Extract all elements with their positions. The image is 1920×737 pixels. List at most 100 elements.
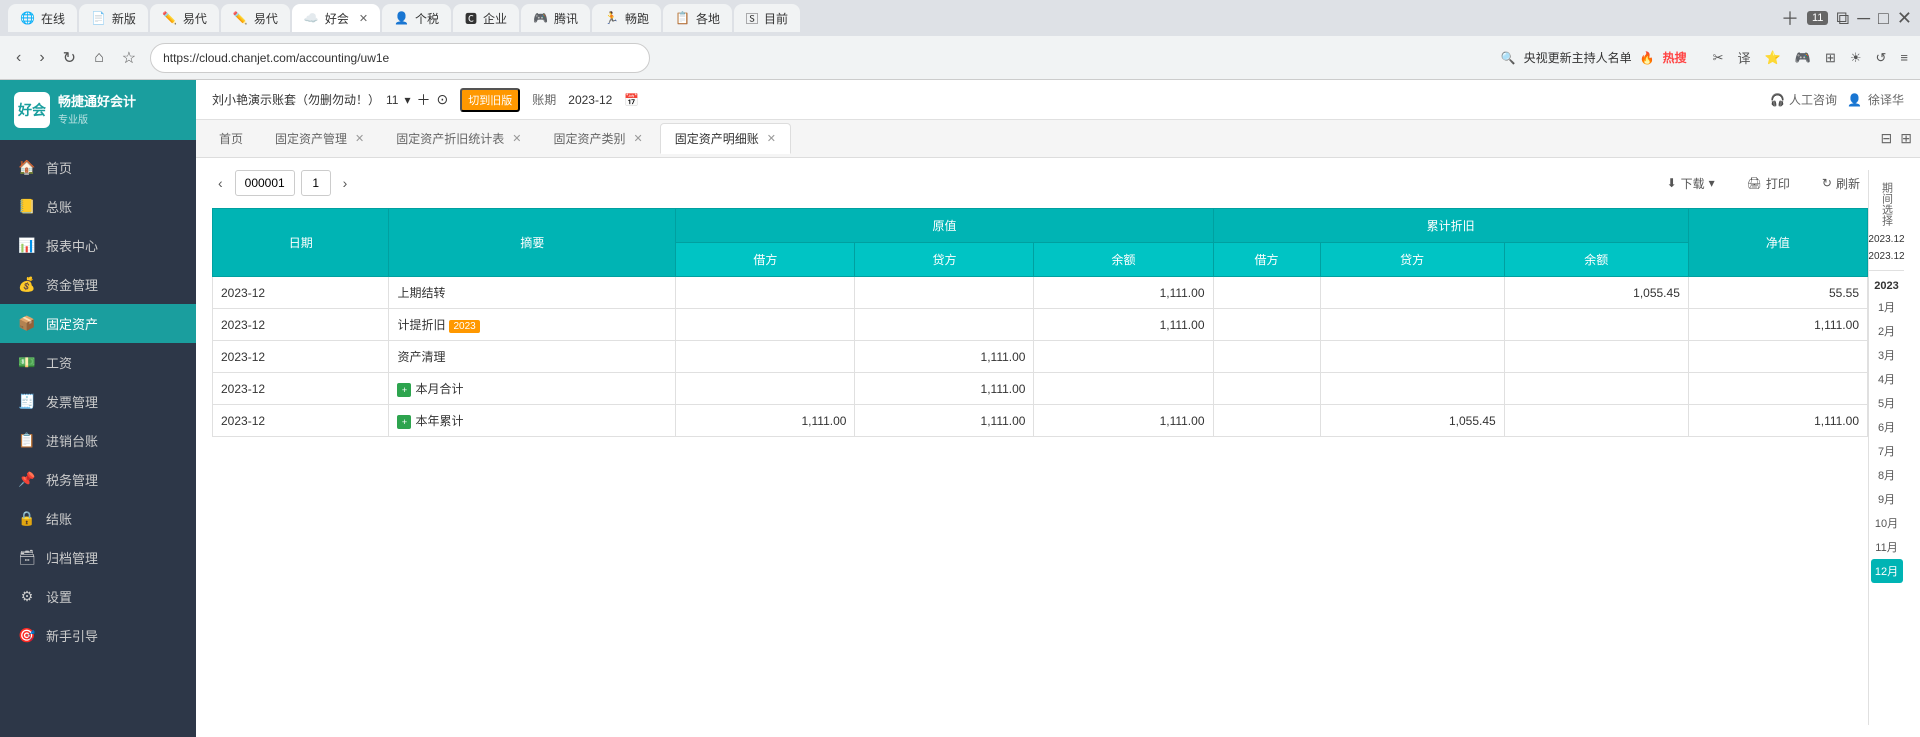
forward-button[interactable]: ›: [35, 45, 48, 71]
browser-tab-2[interactable]: 📄 新版: [79, 4, 148, 32]
restore-window-icon[interactable]: ⧉: [1836, 8, 1849, 29]
sidebar-item-fixed-asset[interactable]: 📦 固定资产: [0, 304, 196, 343]
tab-close-5[interactable]: ✕: [359, 12, 368, 25]
minimize-icon[interactable]: ─: [1857, 8, 1870, 29]
tab-label-7: 企业: [483, 10, 507, 27]
tab-asset-category[interactable]: 固定资产类别 ✕: [538, 123, 657, 154]
sidebar-item-stock[interactable]: 📋 进销台账: [0, 421, 196, 460]
new-tab-icon[interactable]: ＋: [1781, 5, 1799, 31]
next-page-button[interactable]: ›: [337, 173, 354, 193]
cell-dep-balance: [1504, 373, 1688, 405]
tab-close-asset-category[interactable]: ✕: [634, 132, 643, 145]
browser-tab-8[interactable]: 🎮 腾讯: [521, 4, 590, 32]
period-month-item[interactable]: 4月: [1871, 367, 1903, 391]
star-icon[interactable]: ⭐: [1765, 50, 1781, 66]
calendar-icon[interactable]: 📅: [624, 93, 639, 107]
pagination-row: ‹ › ⬇ 下载 ▾ 🖨 打印: [212, 170, 1868, 196]
browser-tab-6[interactable]: 👤 个税: [382, 4, 451, 32]
period-month-item[interactable]: 11月: [1871, 535, 1903, 559]
sidebar-item-ledger[interactable]: 📒 总账: [0, 187, 196, 226]
logo-icon: 好会: [14, 92, 50, 128]
home-button[interactable]: ⌂: [90, 45, 108, 71]
cell-orig-balance: [1034, 341, 1213, 373]
sidebar-item-guide[interactable]: 🎯 新手引导: [0, 616, 196, 655]
period-month-item[interactable]: 8月: [1871, 463, 1903, 487]
browser-tab-4[interactable]: ✏️ 易代: [221, 4, 290, 32]
period-month-item[interactable]: 3月: [1871, 343, 1903, 367]
consult-button[interactable]: 🎧 人工咨询: [1770, 91, 1837, 108]
period-month-item[interactable]: 12月: [1871, 559, 1903, 583]
tab-depreciation-stat[interactable]: 固定资产折旧统计表 ✕: [381, 123, 536, 154]
cell-date: 2023-12: [213, 309, 389, 341]
period-month-item[interactable]: 1月: [1871, 295, 1903, 319]
address-input[interactable]: [150, 43, 650, 73]
minimize-panel-icon[interactable]: ⊟: [1881, 130, 1893, 147]
year-tag: 2023: [449, 320, 479, 333]
period-month-item[interactable]: 6月: [1871, 415, 1903, 439]
cell-summary: +本年累计: [389, 405, 676, 437]
table-row: 2023-12 上期结转 1,111.00 1,055.45 55.55: [213, 277, 1868, 309]
scissors-icon[interactable]: ✂: [1713, 50, 1724, 66]
browser-tab-9[interactable]: 🏃 畅跑: [592, 4, 661, 32]
sidebar-item-close[interactable]: 🔒 结账: [0, 499, 196, 538]
panel-divider: [1869, 270, 1904, 271]
fire-icon: 🔥: [1640, 51, 1655, 65]
cell-net-value: [1688, 373, 1867, 405]
tab-depreciation-stat-label: 固定资产折旧统计表: [396, 130, 504, 147]
reload-button[interactable]: ↻: [59, 44, 80, 72]
refresh-button[interactable]: ↻ 刷新: [1814, 171, 1868, 196]
add-account-icon[interactable]: ＋: [417, 90, 431, 110]
pagination-nav: ‹ ›: [212, 170, 353, 196]
switch-version-button[interactable]: 切到旧版: [460, 88, 520, 112]
cell-net-value: 1,111.00: [1688, 405, 1867, 437]
sidebar-item-settings[interactable]: ⚙ 设置: [0, 577, 196, 616]
sidebar-item-tax[interactable]: 📌 税务管理: [0, 460, 196, 499]
tab-close-depreciation-stat[interactable]: ✕: [512, 132, 521, 145]
sidebar-item-archive[interactable]: 🗃 归档管理: [0, 538, 196, 577]
bookmark-button[interactable]: ☆: [118, 44, 140, 72]
maximize-icon[interactable]: □: [1878, 8, 1889, 29]
content-main: ‹ › ⬇ 下载 ▾ 🖨 打印: [212, 170, 1868, 725]
translate-icon[interactable]: 译: [1738, 48, 1751, 67]
tab-close-fixed-asset-mgmt[interactable]: ✕: [355, 132, 364, 145]
sidebar-item-home[interactable]: 🏠 首页: [0, 148, 196, 187]
history-icon[interactable]: ↺: [1876, 50, 1887, 66]
period-month-item[interactable]: 2023: [1871, 277, 1903, 295]
download-button[interactable]: ⬇ 下载 ▾: [1659, 171, 1723, 196]
table-row: 2023-12 +本月合计 1,111.00: [213, 373, 1868, 405]
expand-panel-icon[interactable]: ⊞: [1900, 130, 1912, 147]
browser-tab-7[interactable]: 🅲 企业: [453, 4, 519, 32]
page-count-input[interactable]: [301, 170, 331, 196]
tab-home[interactable]: 首页: [204, 123, 258, 154]
sidebar-item-invoice[interactable]: 🧾 发票管理: [0, 382, 196, 421]
sun-icon[interactable]: ☀: [1850, 50, 1862, 66]
sidebar-item-fund[interactable]: 💰 资金管理: [0, 265, 196, 304]
gamepad-icon[interactable]: 🎮: [1795, 50, 1811, 66]
tab-fixed-asset-mgmt[interactable]: 固定资产管理 ✕: [260, 123, 379, 154]
menu-icon[interactable]: ≡: [1900, 50, 1908, 65]
print-button[interactable]: 🖨 打印: [1739, 171, 1798, 196]
period-month-item[interactable]: 7月: [1871, 439, 1903, 463]
close-window-icon[interactable]: ✕: [1897, 8, 1912, 29]
sidebar-item-salary[interactable]: 💵 工资: [0, 343, 196, 382]
cell-dep-balance: [1504, 309, 1688, 341]
browser-tab-5[interactable]: ☁️ 好会 ✕: [292, 4, 380, 32]
prev-page-button[interactable]: ‹: [212, 173, 229, 193]
browser-tab-10[interactable]: 📋 各地: [663, 4, 732, 32]
settings-icon-topbar[interactable]: ⊙: [437, 91, 449, 108]
browser-tab-3[interactable]: ✏️ 易代: [150, 4, 219, 32]
sidebar-item-fixed-asset-label: 固定资产: [46, 314, 98, 333]
browser-tab-1[interactable]: 🌐 在线: [8, 4, 77, 32]
period-month-item[interactable]: 2月: [1871, 319, 1903, 343]
back-button[interactable]: ‹: [12, 45, 25, 71]
sidebar-item-report[interactable]: 📊 报表中心: [0, 226, 196, 265]
page-number-input[interactable]: [235, 170, 295, 196]
period-selector-label: 期间选择: [1877, 178, 1897, 230]
browser-tab-11[interactable]: 🅂 目前: [734, 4, 800, 32]
tab-close-asset-detail[interactable]: ✕: [767, 132, 776, 145]
period-month-item[interactable]: 10月: [1871, 511, 1903, 535]
period-month-item[interactable]: 9月: [1871, 487, 1903, 511]
grid-icon[interactable]: ⊞: [1825, 50, 1836, 66]
tab-asset-detail[interactable]: 固定资产明细账 ✕: [660, 123, 791, 154]
period-month-item[interactable]: 5月: [1871, 391, 1903, 415]
